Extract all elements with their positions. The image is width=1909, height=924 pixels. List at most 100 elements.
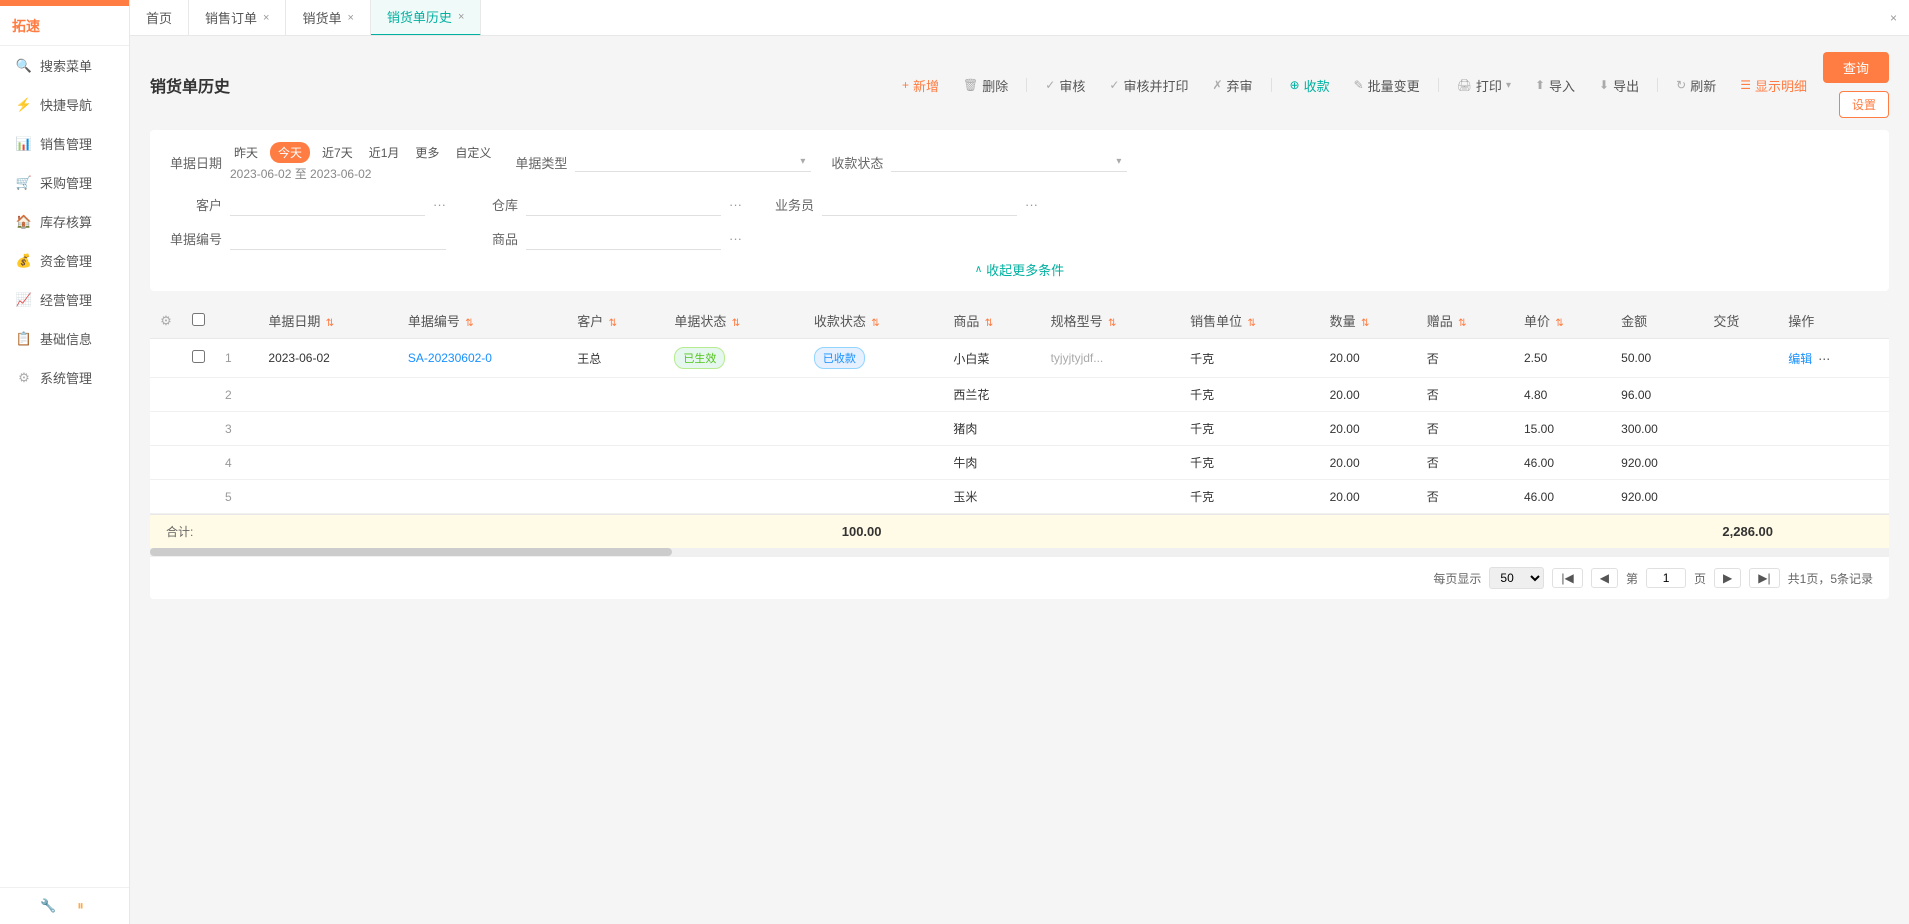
filter-row-2: 客户 ··· 仓库 ··· 业务员 ···: [166, 192, 1873, 216]
col-doc-no[interactable]: 单据编号 ⇅: [398, 303, 567, 339]
new-button[interactable]: + 新增: [894, 72, 947, 99]
row-doc-no-3: [398, 446, 567, 480]
doc-type-select[interactable]: ▾: [575, 152, 811, 172]
abandon-icon: ✗: [1212, 78, 1222, 92]
customer-dots[interactable]: ···: [433, 197, 446, 212]
col-qty[interactable]: 数量 ⇅: [1320, 303, 1417, 339]
row-collect-status-1: [804, 378, 944, 412]
tab-sales-history[interactable]: 销货单历史 ×: [371, 0, 481, 36]
row-trade-2: [1703, 412, 1778, 446]
last-page-btn[interactable]: ▶|: [1749, 568, 1779, 588]
query-button[interactable]: 查询: [1823, 52, 1889, 83]
sidebar-item-inventory[interactable]: 🏠 库存核算: [0, 202, 129, 241]
collect-status-select[interactable]: ▾: [891, 152, 1127, 172]
shortcut-custom[interactable]: 自定义: [451, 142, 495, 163]
warehouse-dots[interactable]: ···: [729, 197, 742, 212]
row-checkbox-4: [182, 480, 215, 514]
col-goods[interactable]: 商品 ⇅: [943, 303, 1040, 339]
print-button[interactable]: 🖨 打印 ▾: [1449, 72, 1519, 99]
shortcut-last7days[interactable]: 近7天: [318, 142, 357, 163]
row-checkbox-0[interactable]: [182, 339, 215, 378]
col-spec[interactable]: 规格型号 ⇅: [1041, 303, 1181, 339]
inventory-icon: 🏠: [16, 214, 32, 230]
select-all-checkbox[interactable]: [192, 313, 205, 326]
page-header: 销货单历史 + 新增 🗑 删除 ✓ 审核 ✓ 审核并打印: [150, 52, 1889, 118]
shortcut-last1month[interactable]: 近1月: [365, 142, 404, 163]
tab-home[interactable]: 首页: [130, 0, 189, 36]
sidebar-item-basic-info[interactable]: 📋 基础信息: [0, 319, 129, 358]
quick-nav-icon: ⚡: [16, 97, 32, 113]
goods-input[interactable]: [526, 226, 721, 250]
sidebar-item-search-menu[interactable]: 🔍 搜索菜单: [0, 46, 129, 85]
per-page-select[interactable]: 50 100 200: [1489, 567, 1544, 589]
abandon-button[interactable]: ✗ 弃审: [1204, 72, 1260, 99]
sidebar-bottom-actions[interactable]: 🔧 ⏸: [0, 888, 129, 924]
sidebar-item-business[interactable]: 📈 经营管理: [0, 280, 129, 319]
settings-bottom-icon[interactable]: 🔧: [41, 898, 57, 914]
col-amount: 金额: [1611, 303, 1703, 339]
next-page-btn[interactable]: ▶: [1714, 568, 1741, 588]
customer-input[interactable]: [230, 192, 425, 216]
table-gear-icon[interactable]: ⚙: [160, 313, 172, 328]
goods-dots[interactable]: ···: [729, 231, 742, 246]
sidebar-item-sales-mgmt[interactable]: 📊 销售管理: [0, 124, 129, 163]
print-icon: 🖨: [1457, 78, 1472, 92]
close-all-tabs[interactable]: ×: [1878, 11, 1909, 25]
delete-button[interactable]: 🗑 删除: [955, 72, 1016, 99]
tab-sales-order[interactable]: 销售订单 ×: [189, 0, 286, 36]
col-unit-price[interactable]: 单价 ⇅: [1514, 303, 1611, 339]
sidebar-item-purchase-mgmt[interactable]: 🛒 采购管理: [0, 163, 129, 202]
settings-button[interactable]: 设置: [1839, 91, 1889, 118]
tab-sales-order-close[interactable]: ×: [263, 12, 269, 24]
col-settings[interactable]: ⚙: [150, 303, 182, 339]
sidebar-item-finance[interactable]: 💰 资金管理: [0, 241, 129, 280]
shortcut-more[interactable]: 更多: [411, 142, 443, 163]
col-unit[interactable]: 销售单位 ⇅: [1180, 303, 1320, 339]
doc-no-input[interactable]: [230, 226, 446, 250]
pause-icon[interactable]: ⏸: [73, 898, 89, 914]
audit-button[interactable]: ✓ 审核: [1037, 72, 1093, 99]
audit-print-button[interactable]: ✓ 审核并打印: [1101, 72, 1196, 99]
sidebar-item-quick-nav[interactable]: ⚡ 快捷导航: [0, 85, 129, 124]
col-checkbox[interactable]: [182, 303, 215, 339]
collapse-btn[interactable]: ∧ 收起更多条件: [975, 260, 1064, 279]
show-detail-button[interactable]: ☰ 显示明细: [1732, 72, 1815, 99]
row-settings-0: [150, 339, 182, 378]
batch-change-button[interactable]: ✎ 批量变更: [1346, 72, 1428, 99]
sidebar-item-label-system-mgmt: 系统管理: [40, 368, 92, 387]
tab-sales-delivery[interactable]: 销货单 ×: [286, 0, 370, 36]
delete-label: 删除: [982, 76, 1008, 95]
col-trade-label: 交货: [1713, 314, 1739, 329]
warehouse-input[interactable]: [526, 192, 721, 216]
tab-sales-history-close[interactable]: ×: [458, 11, 464, 23]
col-gift[interactable]: 赠品 ⇅: [1417, 303, 1514, 339]
export-button[interactable]: ⬇ 导出: [1591, 72, 1647, 99]
row-spec-3: [1041, 446, 1181, 480]
footer-amount-wrap: 2,286.00: [1098, 524, 1874, 539]
staff-dots[interactable]: ···: [1025, 197, 1038, 212]
export-label: 导出: [1613, 76, 1639, 95]
more-btn-0[interactable]: ⋯: [1818, 352, 1830, 366]
first-page-btn[interactable]: |◀: [1552, 568, 1582, 588]
edit-btn-0[interactable]: 编辑: [1788, 352, 1812, 366]
row-doc-date-3: [258, 446, 398, 480]
row-doc-no-0[interactable]: SA-20230602-0: [398, 339, 567, 378]
shortcut-yesterday[interactable]: 昨天: [230, 142, 262, 163]
table-scrollbar[interactable]: [150, 548, 1889, 556]
refresh-button[interactable]: ↻ 刷新: [1668, 72, 1724, 99]
shortcut-today[interactable]: 今天: [270, 142, 310, 163]
col-customer[interactable]: 客户 ⇅: [567, 303, 664, 339]
col-doc-date[interactable]: 单据日期 ⇅: [258, 303, 398, 339]
sidebar-item-system-mgmt[interactable]: ⚙ 系统管理: [0, 358, 129, 397]
sales-mgmt-icon: 📊: [16, 136, 32, 152]
collect-label: 收款: [1304, 76, 1330, 95]
row-select-checkbox[interactable]: [192, 350, 205, 363]
col-doc-status[interactable]: 单据状态 ⇅: [664, 303, 804, 339]
tab-sales-delivery-close[interactable]: ×: [347, 12, 353, 24]
collect-button[interactable]: ⊕ 收款: [1282, 72, 1338, 99]
prev-page-btn[interactable]: ◀: [1591, 568, 1618, 588]
col-collect-status[interactable]: 收款状态 ⇅: [804, 303, 944, 339]
page-input[interactable]: [1646, 568, 1686, 588]
import-button[interactable]: ⬆ 导入: [1527, 72, 1583, 99]
staff-input[interactable]: [822, 192, 1017, 216]
